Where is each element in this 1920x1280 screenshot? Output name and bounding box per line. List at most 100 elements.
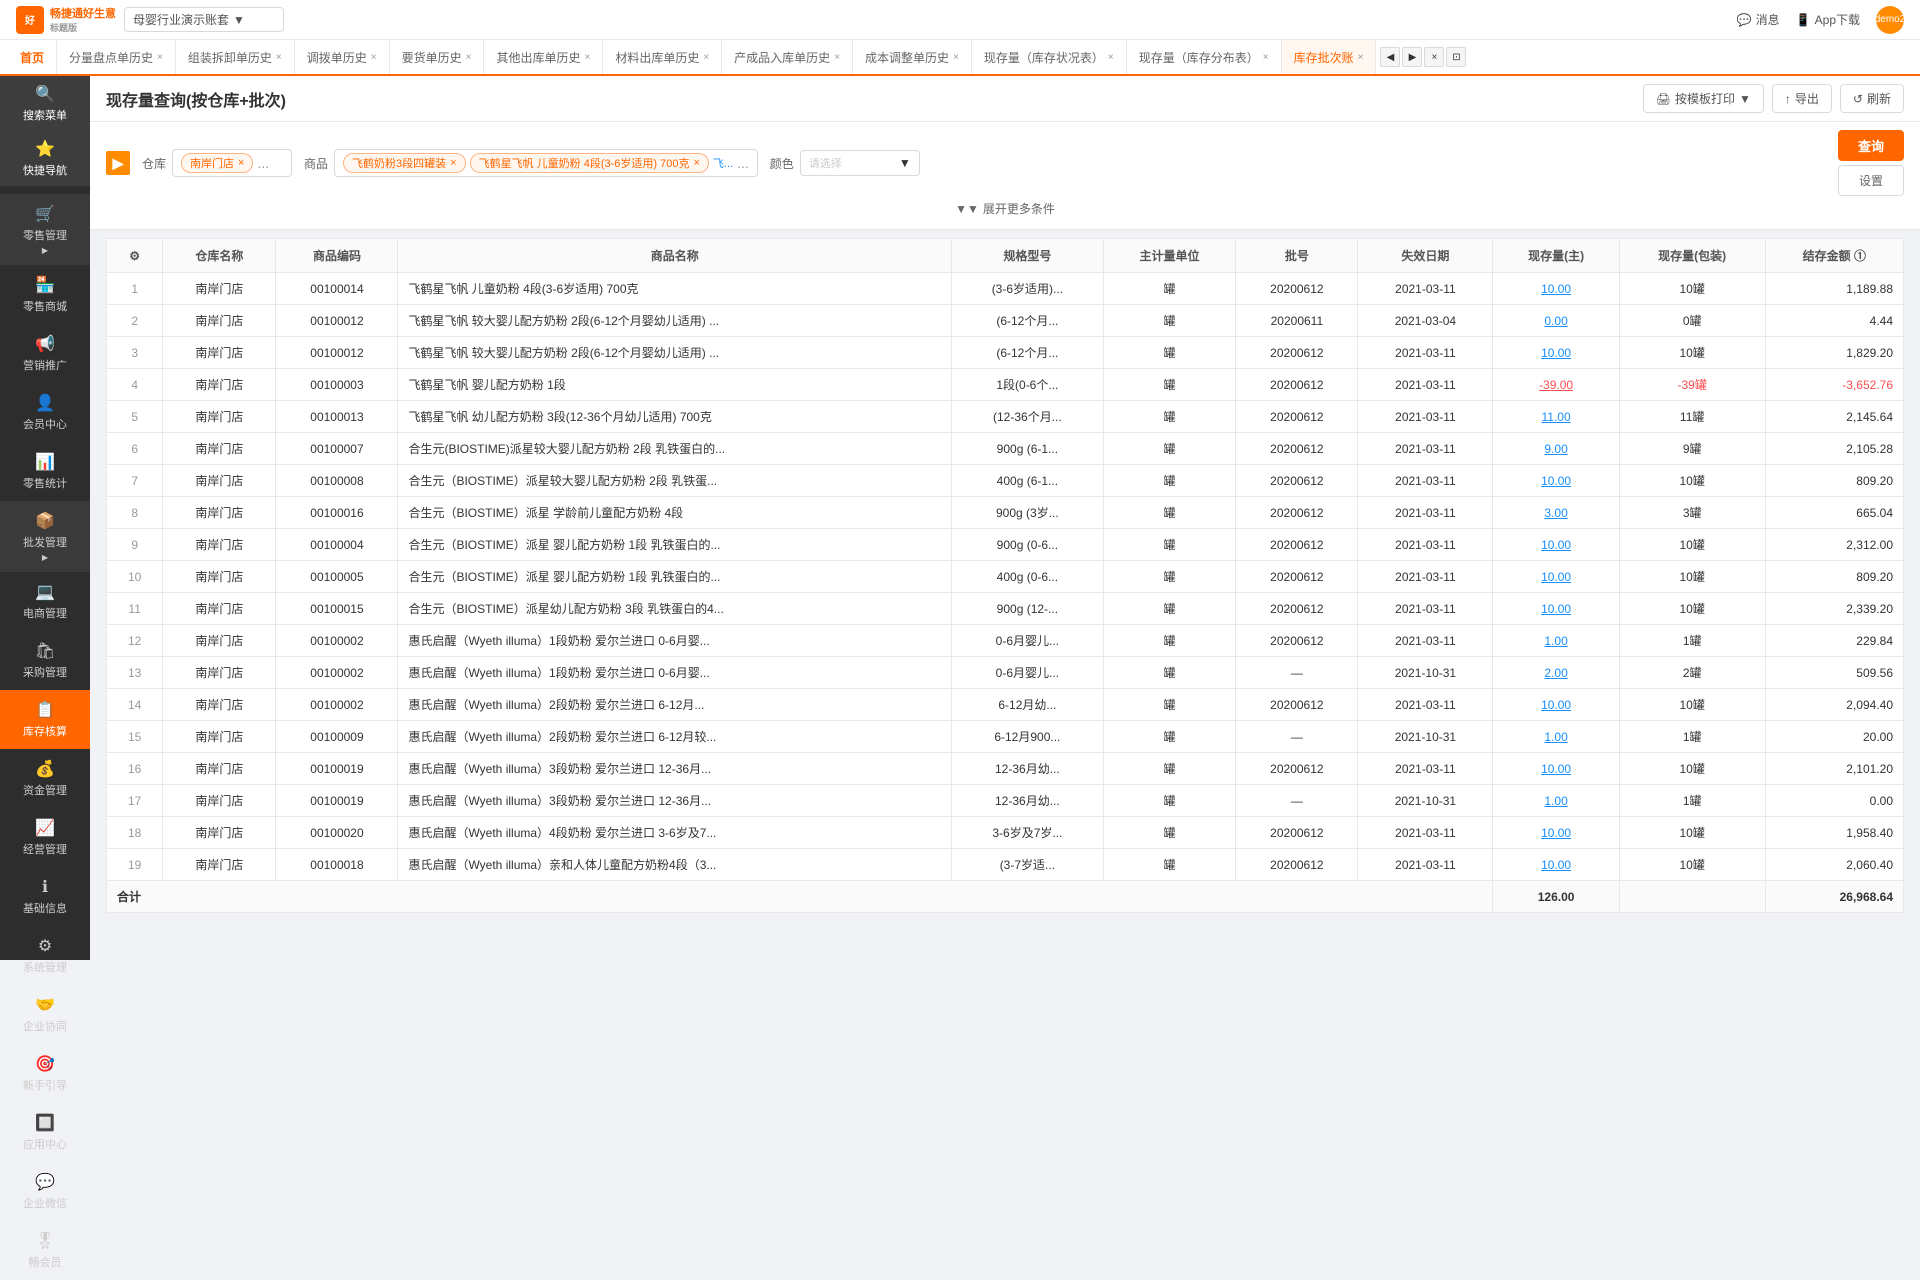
- nav-arrows: ◀ ▶ × ⊡: [1380, 47, 1466, 67]
- tab-3[interactable]: 调拨单历史 ×: [295, 40, 390, 75]
- export-btn[interactable]: ↑ 导出: [1772, 84, 1832, 113]
- tab-2[interactable]: 组装拆卸单历史 ×: [176, 40, 295, 75]
- cell-qty-main[interactable]: 10.00: [1493, 337, 1619, 369]
- tab-7[interactable]: 产成品入库单历史 ×: [722, 40, 853, 75]
- close-icon[interactable]: ×: [584, 52, 590, 63]
- nav-prev-btn[interactable]: ◀: [1380, 47, 1400, 67]
- sidebar-item-collab[interactable]: 🤝 企业协同: [0, 985, 90, 1044]
- nav-next-btn[interactable]: ▶: [1402, 47, 1422, 67]
- cell-qty-main[interactable]: 10.00: [1493, 561, 1619, 593]
- remove-product-tag-2[interactable]: ×: [693, 157, 699, 169]
- product-tag-1[interactable]: 飞鹤奶粉3段四罐装 ×: [343, 153, 466, 173]
- close-icon[interactable]: ×: [1263, 52, 1269, 63]
- remove-warehouse-tag[interactable]: ×: [238, 157, 244, 169]
- nav-close-btn[interactable]: ×: [1424, 47, 1444, 67]
- cell-qty-main[interactable]: -39.00: [1493, 369, 1619, 401]
- sidebar-item-quicknav[interactable]: ⭐ 快捷导航: [0, 131, 90, 186]
- nav-menu-btn[interactable]: ⊡: [1446, 47, 1466, 67]
- cell-qty-main[interactable]: 10.00: [1493, 465, 1619, 497]
- cell-qty-main[interactable]: 10.00: [1493, 593, 1619, 625]
- cell-qty-main[interactable]: 2.00: [1493, 657, 1619, 689]
- tab-1[interactable]: 分量盘点单历史 ×: [57, 40, 176, 75]
- sidebar-item-wholesale[interactable]: 📦 批发管理 ▶: [0, 501, 90, 572]
- message-btn[interactable]: 💬 消息: [1737, 11, 1780, 28]
- expand-more-filters[interactable]: ▼▼ 展开更多条件: [106, 196, 1904, 221]
- close-icon[interactable]: ×: [371, 52, 377, 63]
- cell-spec: 1段(0-6个...: [952, 369, 1103, 401]
- search-icon: 🔍: [35, 84, 55, 104]
- close-icon[interactable]: ×: [466, 52, 472, 63]
- cell-qty-main[interactable]: 1.00: [1493, 785, 1619, 817]
- cell-qty-main[interactable]: 11.00: [1493, 401, 1619, 433]
- close-icon[interactable]: ×: [157, 52, 163, 63]
- sidebar-item-guide[interactable]: 🎯 新手引导: [0, 1044, 90, 1103]
- sidebar-item-member[interactable]: 👤 会员中心: [0, 383, 90, 442]
- sidebar-item-vip[interactable]: 🎖 畅会员: [0, 1221, 90, 1280]
- close-icon[interactable]: ×: [953, 52, 959, 63]
- tab-home[interactable]: 首页: [8, 40, 57, 75]
- refresh-btn[interactable]: ↺ 刷新: [1840, 84, 1904, 113]
- cell-qty-main[interactable]: 1.00: [1493, 721, 1619, 753]
- product-more[interactable]: 飞...: [713, 155, 733, 171]
- cell-qty-main[interactable]: 9.00: [1493, 433, 1619, 465]
- tab-4[interactable]: 要货单历史 ×: [390, 40, 485, 75]
- filter-dots[interactable]: ...: [257, 155, 269, 171]
- tab-10[interactable]: 现存量（库存分布表） ×: [1127, 40, 1282, 75]
- query-btn[interactable]: 查询: [1838, 130, 1904, 161]
- close-icon[interactable]: ×: [1108, 52, 1114, 63]
- cell-qty-main[interactable]: 1.00: [1493, 625, 1619, 657]
- expand-filter-btn[interactable]: ▶: [106, 151, 130, 175]
- cell-qty-main[interactable]: 10.00: [1493, 753, 1619, 785]
- cell-spec: 900g (6-1...: [952, 433, 1103, 465]
- sidebar-item-ecommerce[interactable]: 💻 电商管理: [0, 572, 90, 631]
- sidebar-item-system[interactable]: ⚙ 系统管理: [0, 926, 90, 985]
- cell-qty-main[interactable]: 10.00: [1493, 689, 1619, 721]
- cell-qty-main[interactable]: 10.00: [1493, 817, 1619, 849]
- sidebar-item-inventory[interactable]: 📋 库存核算: [0, 690, 90, 749]
- product-filter-dots[interactable]: ...: [737, 155, 749, 171]
- product-tag-2[interactable]: 飞鹤星飞帆 儿童奶粉 4段(3-6岁适用) 700克 ×: [470, 153, 709, 173]
- tab-9[interactable]: 现存量（库存状况表） ×: [972, 40, 1127, 75]
- sidebar-item-ops[interactable]: 📈 经营管理: [0, 808, 90, 867]
- warehouse-tag-group[interactable]: 南岸门店 × ...: [172, 149, 292, 177]
- cell-amount: 2,105.28: [1765, 433, 1903, 465]
- store-selector[interactable]: 母婴行业演示账套 ▼: [124, 7, 284, 32]
- tab-6[interactable]: 材料出库单历史 ×: [603, 40, 722, 75]
- cell-qty-main[interactable]: 10.00: [1493, 529, 1619, 561]
- footer-total-qty: 126.00: [1493, 881, 1619, 913]
- settings-btn[interactable]: 设置: [1838, 165, 1904, 196]
- sidebar-item-marketing[interactable]: 📢 营销推广: [0, 324, 90, 383]
- sidebar-item-purchase[interactable]: 🛍 采购管理: [0, 631, 90, 690]
- tab-11-active[interactable]: 库存批次账 ×: [1282, 40, 1377, 75]
- sidebar-item-wechat[interactable]: 💬 企业微信: [0, 1162, 90, 1221]
- sidebar-item-appcenter[interactable]: 🔲 应用中心: [0, 1103, 90, 1162]
- sidebar-item-base[interactable]: ℹ 基础信息: [0, 867, 90, 926]
- sidebar-item-retail[interactable]: 🛒 零售管理 ▶: [0, 194, 90, 265]
- sidebar-item-finance[interactable]: 💰 资金管理: [0, 749, 90, 808]
- col-header-amount: 结存金额 ①: [1765, 239, 1903, 273]
- cell-warehouse: 南岸门店: [163, 593, 276, 625]
- tab-8[interactable]: 成本调整单历史 ×: [853, 40, 972, 75]
- product-tag-group[interactable]: 飞鹤奶粉3段四罐装 × 飞鹤星飞帆 儿童奶粉 4段(3-6岁适用) 700克 ×…: [334, 149, 758, 177]
- ecommerce-icon: 💻: [35, 582, 55, 602]
- color-select[interactable]: 请选择 ▼: [800, 150, 920, 176]
- app-download-btn[interactable]: 📱 App下载: [1796, 11, 1860, 28]
- sidebar-item-shop[interactable]: 🏪 零售商城: [0, 265, 90, 324]
- sidebar-item-stats[interactable]: 📊 零售统计: [0, 442, 90, 501]
- cell-qty-main[interactable]: 3.00: [1493, 497, 1619, 529]
- sidebar-item-search[interactable]: 🔍 搜索菜单: [0, 76, 90, 131]
- remove-product-tag-1[interactable]: ×: [450, 157, 456, 169]
- cell-qty-main[interactable]: 10.00: [1493, 273, 1619, 305]
- avatar[interactable]: demo2: [1876, 6, 1904, 34]
- tab-5[interactable]: 其他出库单历史 ×: [484, 40, 603, 75]
- col-header-settings[interactable]: ⚙: [107, 239, 163, 273]
- print-btn[interactable]: 🖨 按模板打印 ▼: [1643, 84, 1764, 113]
- close-icon[interactable]: ×: [1358, 52, 1364, 63]
- warehouse-tag[interactable]: 南岸门店 ×: [181, 153, 253, 173]
- close-icon[interactable]: ×: [276, 52, 282, 63]
- close-icon[interactable]: ×: [834, 52, 840, 63]
- cell-qty-main[interactable]: 10.00: [1493, 849, 1619, 881]
- cell-expire: 2021-03-11: [1358, 561, 1493, 593]
- cell-qty-main[interactable]: 0.00: [1493, 305, 1619, 337]
- close-icon[interactable]: ×: [703, 52, 709, 63]
